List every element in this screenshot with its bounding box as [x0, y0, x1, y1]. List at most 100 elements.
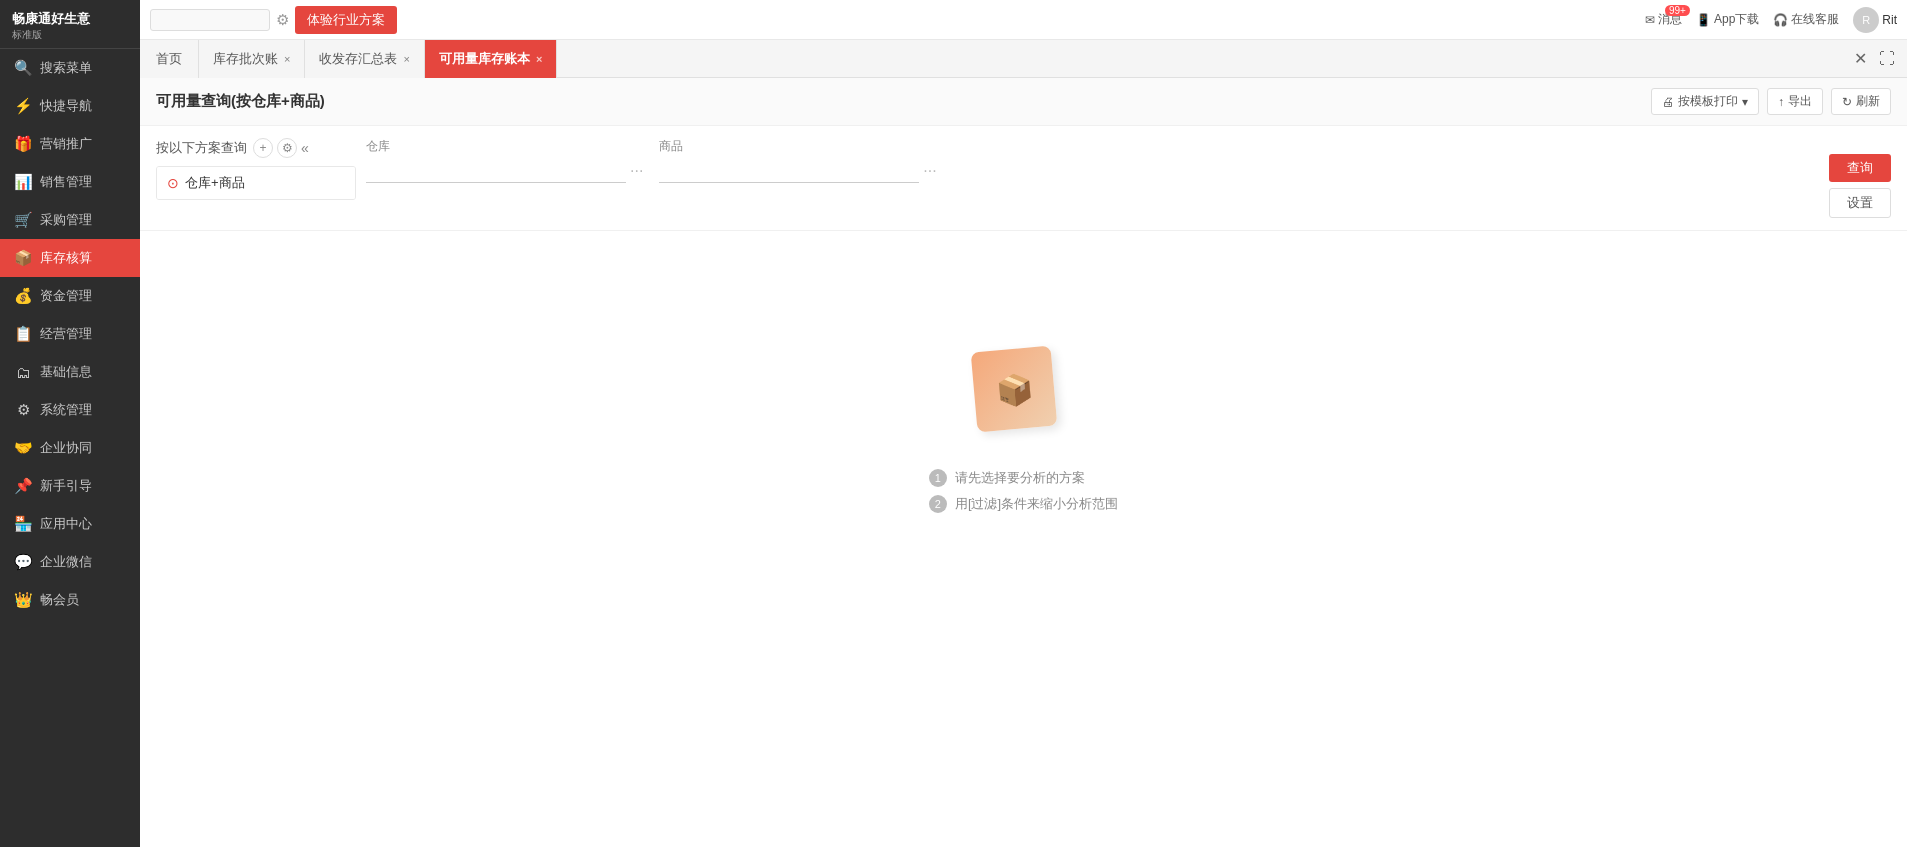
filter-area: 按以下方案查询 + ⚙ « ⊙ 仓库+商品	[140, 126, 1907, 231]
export-label: 导出	[1788, 93, 1812, 110]
sidebar-item-newbie[interactable]: 📌新手引导	[0, 467, 140, 505]
sidebar-item-operation[interactable]: 📋经营管理	[0, 315, 140, 353]
goods-more-btn[interactable]: ···	[923, 162, 936, 180]
empty-state: 📦 1 请先选择要分析的方案 2 用[过滤]条件来缩小分析范围	[140, 231, 1907, 631]
sidebar-item-finance[interactable]: 💰资金管理	[0, 277, 140, 315]
sidebar-item-appstore[interactable]: 🏪应用中心	[0, 505, 140, 543]
refresh-icon: ↻	[1842, 95, 1852, 109]
online-service-label: 在线客服	[1791, 11, 1839, 28]
tab-available-qty-close[interactable]: ×	[536, 53, 542, 65]
filter-actions: 查询 设置	[1829, 154, 1891, 218]
tab-batch-account-close[interactable]: ×	[284, 53, 290, 65]
logo-title: 畅康通好生意	[12, 10, 128, 28]
hint-text-2: 用[过滤]条件来缩小分析范围	[955, 495, 1118, 513]
export-btn[interactable]: ↑ 导出	[1767, 88, 1823, 115]
sidebar-item-wechat[interactable]: 💬企业微信	[0, 543, 140, 581]
tab-home-label: 首页	[156, 50, 182, 68]
sidebar-logo: 畅康通好生意 标准版	[0, 0, 140, 49]
system-icon: ⚙	[14, 401, 32, 419]
warehouse-input[interactable]	[366, 159, 626, 183]
sidebar-item-quick-nav[interactable]: ⚡快捷导航	[0, 87, 140, 125]
tab-recv-summary-close[interactable]: ×	[403, 53, 409, 65]
warehouse-more-btn[interactable]: ···	[630, 162, 643, 180]
sidebar-item-search[interactable]: 🔍搜索菜单	[0, 49, 140, 87]
newbie-icon: 📌	[14, 477, 32, 495]
sidebar-item-system[interactable]: ⚙ 系统管理	[0, 391, 140, 429]
tab-bar: 首页 库存批次账 × 收发存汇总表 × 可用量库存账本 × ✕ ⛶	[140, 40, 1907, 78]
filter-left: 按以下方案查询 + ⚙ « ⊙ 仓库+商品	[156, 138, 356, 200]
sidebar-item-inventory[interactable]: 📦 库存核算	[0, 239, 140, 277]
page-title: 可用量查询(按仓库+商品)	[156, 92, 1651, 111]
user-profile[interactable]: R Rit	[1853, 7, 1897, 33]
sidebar-item-purchase[interactable]: 🛒 采购管理	[0, 201, 140, 239]
sidebar-item-sales[interactable]: 📊销售管理	[0, 163, 140, 201]
sidebar-label-finance: 资金管理	[40, 287, 92, 305]
sidebar-item-marketing[interactable]: 🎁营销推广	[0, 125, 140, 163]
app-download-link[interactable]: 📱 App下载	[1696, 11, 1759, 28]
filter-scheme-label: 按以下方案查询	[156, 139, 247, 157]
chevron-down-icon: ▾	[1742, 95, 1748, 109]
logo-sub: 标准版	[12, 28, 128, 42]
tab-recv-summary[interactable]: 收发存汇总表 ×	[305, 40, 424, 78]
sidebar-item-coop[interactable]: 🤝企业协同	[0, 429, 140, 467]
tab-close-btn[interactable]: ✕	[1850, 45, 1871, 72]
scheme-item-icon: ⊙	[167, 175, 179, 191]
main-area: ⚙ 体验行业方案 ✉ 消息 99+ 📱 App下载 🎧 在线客服	[140, 0, 1907, 847]
scheme-item-warehouse-goods[interactable]: ⊙ 仓库+商品	[157, 167, 355, 199]
filter-field-warehouse: 仓库 ···	[366, 138, 643, 183]
goods-input-wrap: ···	[659, 159, 936, 183]
scheme-collapse-btn[interactable]: «	[301, 138, 309, 158]
scheme-edit-btn[interactable]: ⚙	[277, 138, 297, 158]
avatar: R	[1853, 7, 1879, 33]
sidebar-scroll: 🔍搜索菜单⚡快捷导航🎁营销推广📊销售管理 🛒 采购管理 📦 库存核算 💰资金管理📋经营管理…	[0, 49, 140, 847]
hint-item-2: 2 用[过滤]条件来缩小分析范围	[929, 495, 1118, 513]
empty-image: 📦	[974, 349, 1074, 449]
basic-icon: 🗂	[14, 364, 32, 381]
settings-btn[interactable]: 设置	[1829, 188, 1891, 218]
marketing-icon: 🎁	[14, 135, 32, 153]
refresh-btn[interactable]: ↻ 刷新	[1831, 88, 1891, 115]
empty-hint: 1 请先选择要分析的方案 2 用[过滤]条件来缩小分析范围	[929, 469, 1118, 513]
sidebar-label-sales: 销售管理	[40, 173, 92, 191]
top-bar-left: ⚙ 体验行业方案	[150, 6, 1637, 34]
message-badge: 99+	[1665, 5, 1690, 16]
message-link[interactable]: ✉ 消息 99+	[1645, 11, 1682, 28]
app-download-icon: 📱	[1696, 13, 1711, 27]
top-bar: ⚙ 体验行业方案 ✉ 消息 99+ 📱 App下载 🎧 在线客服	[140, 0, 1907, 40]
tab-expand-btn[interactable]: ⛶	[1875, 46, 1899, 72]
search-icon: 🔍	[14, 59, 32, 77]
sidebar-label-operation: 经营管理	[40, 325, 92, 343]
appstore-icon: 🏪	[14, 515, 32, 533]
scheme-item-label: 仓库+商品	[185, 174, 245, 192]
search-input[interactable]	[150, 9, 270, 31]
scheme-list: ⊙ 仓库+商品	[156, 166, 356, 200]
industry-btn[interactable]: 体验行业方案	[295, 6, 397, 34]
tab-available-qty-label: 可用量库存账本	[439, 50, 530, 68]
refresh-label: 刷新	[1856, 93, 1880, 110]
tab-recv-summary-label: 收发存汇总表	[319, 50, 397, 68]
export-icon: ↑	[1778, 95, 1784, 109]
inventory-icon: 📦	[14, 249, 32, 267]
sidebar-item-basic[interactable]: 🗂基础信息	[0, 353, 140, 391]
tab-available-qty[interactable]: 可用量库存账本 ×	[425, 40, 557, 78]
tab-home[interactable]: 首页	[140, 40, 199, 78]
warehouse-label: 仓库	[366, 138, 643, 155]
template-print-btn[interactable]: 🖨 按模板打印 ▾	[1651, 88, 1759, 115]
online-service-link[interactable]: 🎧 在线客服	[1773, 11, 1839, 28]
goods-input[interactable]	[659, 159, 919, 183]
sidebar-label-purchase: 采购管理	[40, 211, 92, 229]
purchase-icon: 🛒	[14, 211, 32, 229]
query-btn[interactable]: 查询	[1829, 154, 1891, 182]
scheme-add-btn[interactable]: +	[253, 138, 273, 158]
gear-icon[interactable]: ⚙	[276, 11, 289, 29]
member-icon: 👑	[14, 591, 32, 609]
tab-batch-account-label: 库存批次账	[213, 50, 278, 68]
sidebar-label-inventory: 库存核算	[40, 249, 92, 267]
sidebar: 畅康通好生意 标准版 🔍搜索菜单⚡快捷导航🎁营销推广📊销售管理 🛒 采购管理 📦 库存核…	[0, 0, 140, 847]
sidebar-item-member[interactable]: 👑畅会员	[0, 581, 140, 619]
page-header-actions: 🖨 按模板打印 ▾ ↑ 导出 ↻ 刷新	[1651, 88, 1891, 115]
tab-batch-account[interactable]: 库存批次账 ×	[199, 40, 305, 78]
sidebar-label-system: 系统管理	[40, 401, 92, 419]
quick-nav-icon: ⚡	[14, 97, 32, 115]
hint-num-1: 1	[929, 469, 947, 487]
